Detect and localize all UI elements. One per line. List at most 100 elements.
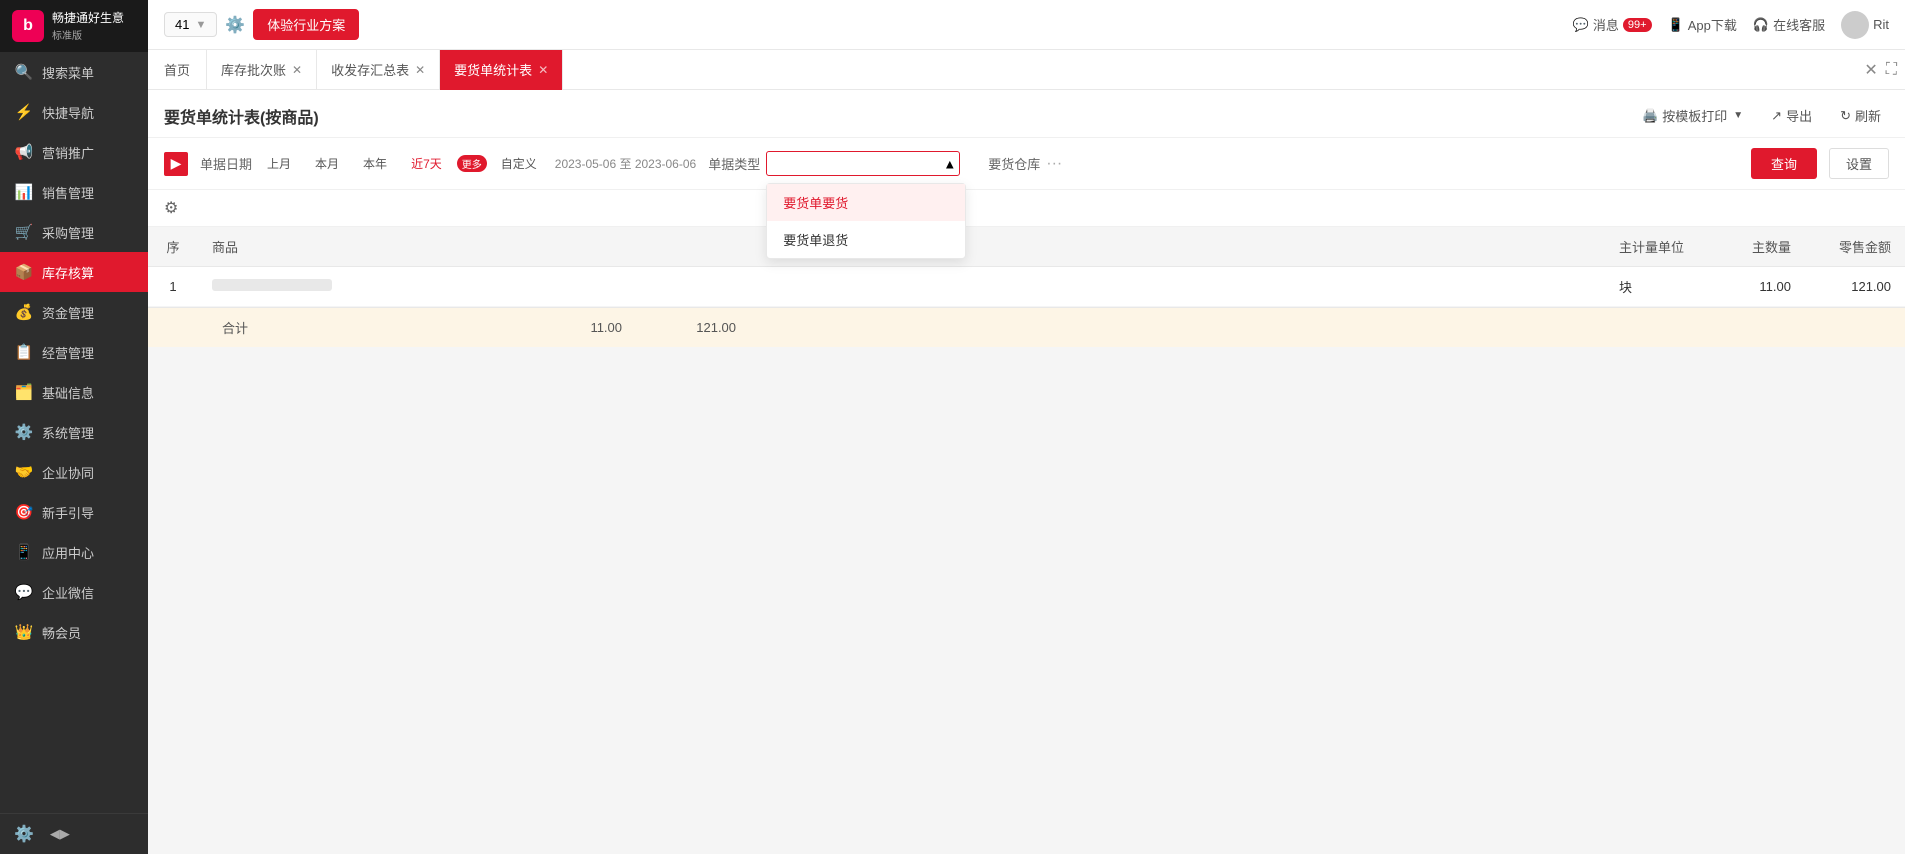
doc-type-input[interactable] [766,151,960,176]
sidebar-label-quick-nav: 快捷导航 [42,103,94,122]
phone-icon: 📱 [1668,17,1684,33]
sidebar-item-search[interactable]: 🔍 搜索菜单 [0,52,148,92]
sidebar-item-member[interactable]: 👑 畅会员 [0,612,148,652]
print-template-btn[interactable]: 🖨️ 按模板打印 ▼ [1634,102,1751,129]
print-chevron-icon: ▼ [1733,110,1743,121]
more-badge[interactable]: 更多 [457,155,487,172]
purchase-icon: 🛒 [14,222,34,242]
cell-num-1: 1 [148,267,198,307]
date-btn-last-month[interactable]: 上月 [258,151,300,176]
sidebar-label-basic: 基础信息 [42,383,94,402]
col-header-num: 序 [148,227,198,267]
cell-qty-1: 11.00 [1705,267,1805,307]
refresh-label: 刷新 [1855,106,1881,125]
doc-type-dropdown: 要货单要货 要货单退货 [766,183,966,259]
notifications-item[interactable]: 💬 消息 99+ [1573,15,1652,34]
app-download-item[interactable]: 📱 App下载 [1668,15,1737,34]
tabs-bar: 首页 库存批次账 ✕ 收发存汇总表 ✕ 要货单统计表 ✕ ✕ ⛶ [148,50,1905,90]
sidebar-label-system: 系统管理 [42,423,94,442]
sidebar-item-purchase[interactable]: 🛒 采购管理 [0,212,148,252]
user-item[interactable]: Rit [1841,11,1889,39]
footer-total-amount: 121.00 [636,320,736,335]
close-tab-inventory-batch[interactable]: ✕ [292,63,302,77]
doc-type-chevron-up-icon[interactable]: ▲ [943,156,956,171]
warehouse-more-icon[interactable]: ··· [1046,155,1062,173]
column-settings-icon[interactable]: ⚙ [164,198,178,218]
sidebar-item-quick-nav[interactable]: ⚡ 快捷导航 [0,92,148,132]
dropdown-item-return[interactable]: 要货单退货 [767,221,965,258]
collapse-icon[interactable]: ◀▶ [50,826,70,842]
sidebar-item-enterprise[interactable]: 🤝 企业协同 [0,452,148,492]
tab-receivable-summary[interactable]: 收发存汇总表 ✕ [317,50,440,90]
marketing-icon: 📢 [14,142,34,162]
sidebar-nav: 🔍 搜索菜单 ⚡ 快捷导航 📢 营销推广 📊 销售管理 🛒 采购管理 📦 库存核… [0,52,148,813]
table-body: 1 块 11.00 121.00 [148,267,1905,307]
sidebar-label-enterprise: 企业协同 [42,463,94,482]
close-all-tabs-icon[interactable]: ✕ [1864,60,1877,80]
store-gear-icon[interactable]: ⚙️ [225,15,245,35]
col-header-amount: 零售金额 [1805,227,1905,267]
headset-icon: 🎧 [1753,17,1769,33]
quick-nav-icon: ⚡ [14,102,34,122]
sidebar-label-apps: 应用中心 [42,543,94,562]
table-toolbar: ⚙ [148,190,1905,227]
cell-unit-1: 块 [1605,267,1705,307]
sidebar-item-system[interactable]: ⚙️ 系统管理 [0,412,148,452]
topbar: 41 ▼ ⚙️ 体验行业方案 💬 消息 99+ 📱 App下载 🎧 在线客服 [148,0,1905,50]
sidebar-item-inventory[interactable]: 📦 库存核算 [0,252,148,292]
tab-requisition-stats[interactable]: 要货单统计表 ✕ [440,50,563,90]
close-tab-requisition-stats[interactable]: ✕ [538,63,548,77]
sidebar-item-basic[interactable]: 🗂️ 基础信息 [0,372,148,412]
bell-icon: 💬 [1573,17,1589,33]
sales-icon: 📊 [14,182,34,202]
date-btn-custom[interactable]: 自定义 [493,152,545,175]
date-btn-this-month[interactable]: 本月 [306,151,348,176]
export-icon: ↗ [1771,108,1782,124]
username: Rit [1873,17,1889,32]
sidebar-item-operations[interactable]: 📋 经营管理 [0,332,148,372]
settings-bottom-icon[interactable]: ⚙️ [14,824,34,844]
export-btn[interactable]: ↗ 导出 [1763,102,1820,129]
main-content: 41 ▼ ⚙️ 体验行业方案 💬 消息 99+ 📱 App下载 🎧 在线客服 [148,0,1905,854]
close-tab-receivable-summary[interactable]: ✕ [415,63,425,77]
doc-type-filter-group: 单据类型 ▲ 要货单要货 要货单退货 [708,151,960,176]
sidebar-item-guide[interactable]: 🎯 新手引导 [0,492,148,532]
page-area: 要货单统计表(按商品) 🖨️ 按模板打印 ▼ ↗ 导出 ↻ 刷新 [148,90,1905,854]
finance-icon: 💰 [14,302,34,322]
avatar [1841,11,1869,39]
cell-product-1 [198,267,1605,307]
sidebar-item-apps[interactable]: 📱 应用中心 [0,532,148,572]
operations-icon: 📋 [14,342,34,362]
table-row: 1 块 11.00 121.00 [148,267,1905,307]
date-btn-this-year[interactable]: 本年 [354,151,396,176]
query-button[interactable]: 查询 [1751,148,1817,179]
date-btn-last7[interactable]: 近7天 [402,151,451,176]
tab-inventory-batch[interactable]: 库存批次账 ✕ [207,50,317,90]
doc-type-label: 单据类型 [708,154,760,173]
fullscreen-icon[interactable]: ⛶ [1886,61,1897,79]
export-label: 导出 [1786,106,1812,125]
notifications-label: 消息 [1593,15,1619,34]
print-icon: 🖨️ [1642,108,1658,124]
filter-expand-btn[interactable]: ▶ [164,152,188,176]
app-download-label: App下载 [1688,15,1737,34]
sidebar-item-finance[interactable]: 💰 资金管理 [0,292,148,332]
dropdown-item-requisition[interactable]: 要货单要货 [767,184,965,221]
inventory-icon: 📦 [14,262,34,282]
filter-bar: ▶ 单据日期 上月 本月 本年 近7天 更多 自定义 2023-05-06 至 … [148,138,1905,190]
page-header: 要货单统计表(按商品) 🖨️ 按模板打印 ▼ ↗ 导出 ↻ 刷新 [148,90,1905,138]
sidebar-item-wechat[interactable]: 💬 企业微信 [0,572,148,612]
sidebar-item-marketing[interactable]: 📢 营销推广 [0,132,148,172]
sidebar-item-sales[interactable]: 📊 销售管理 [0,172,148,212]
store-number: 41 [175,17,189,32]
page-header-actions: 🖨️ 按模板打印 ▼ ↗ 导出 ↻ 刷新 [1634,102,1889,129]
data-table: 序 商品 主计量单位 主数量 零售金额 1 [148,227,1905,307]
industry-button[interactable]: 体验行业方案 [253,9,359,40]
refresh-btn[interactable]: ↻ 刷新 [1832,102,1889,129]
product-placeholder [212,279,332,291]
online-service-item[interactable]: 🎧 在线客服 [1753,15,1825,34]
store-selector[interactable]: 41 ▼ [164,12,217,37]
settings-button[interactable]: 设置 [1829,148,1889,179]
tab-home[interactable]: 首页 [148,50,207,90]
warehouse-label: 要货仓库 [988,154,1040,173]
